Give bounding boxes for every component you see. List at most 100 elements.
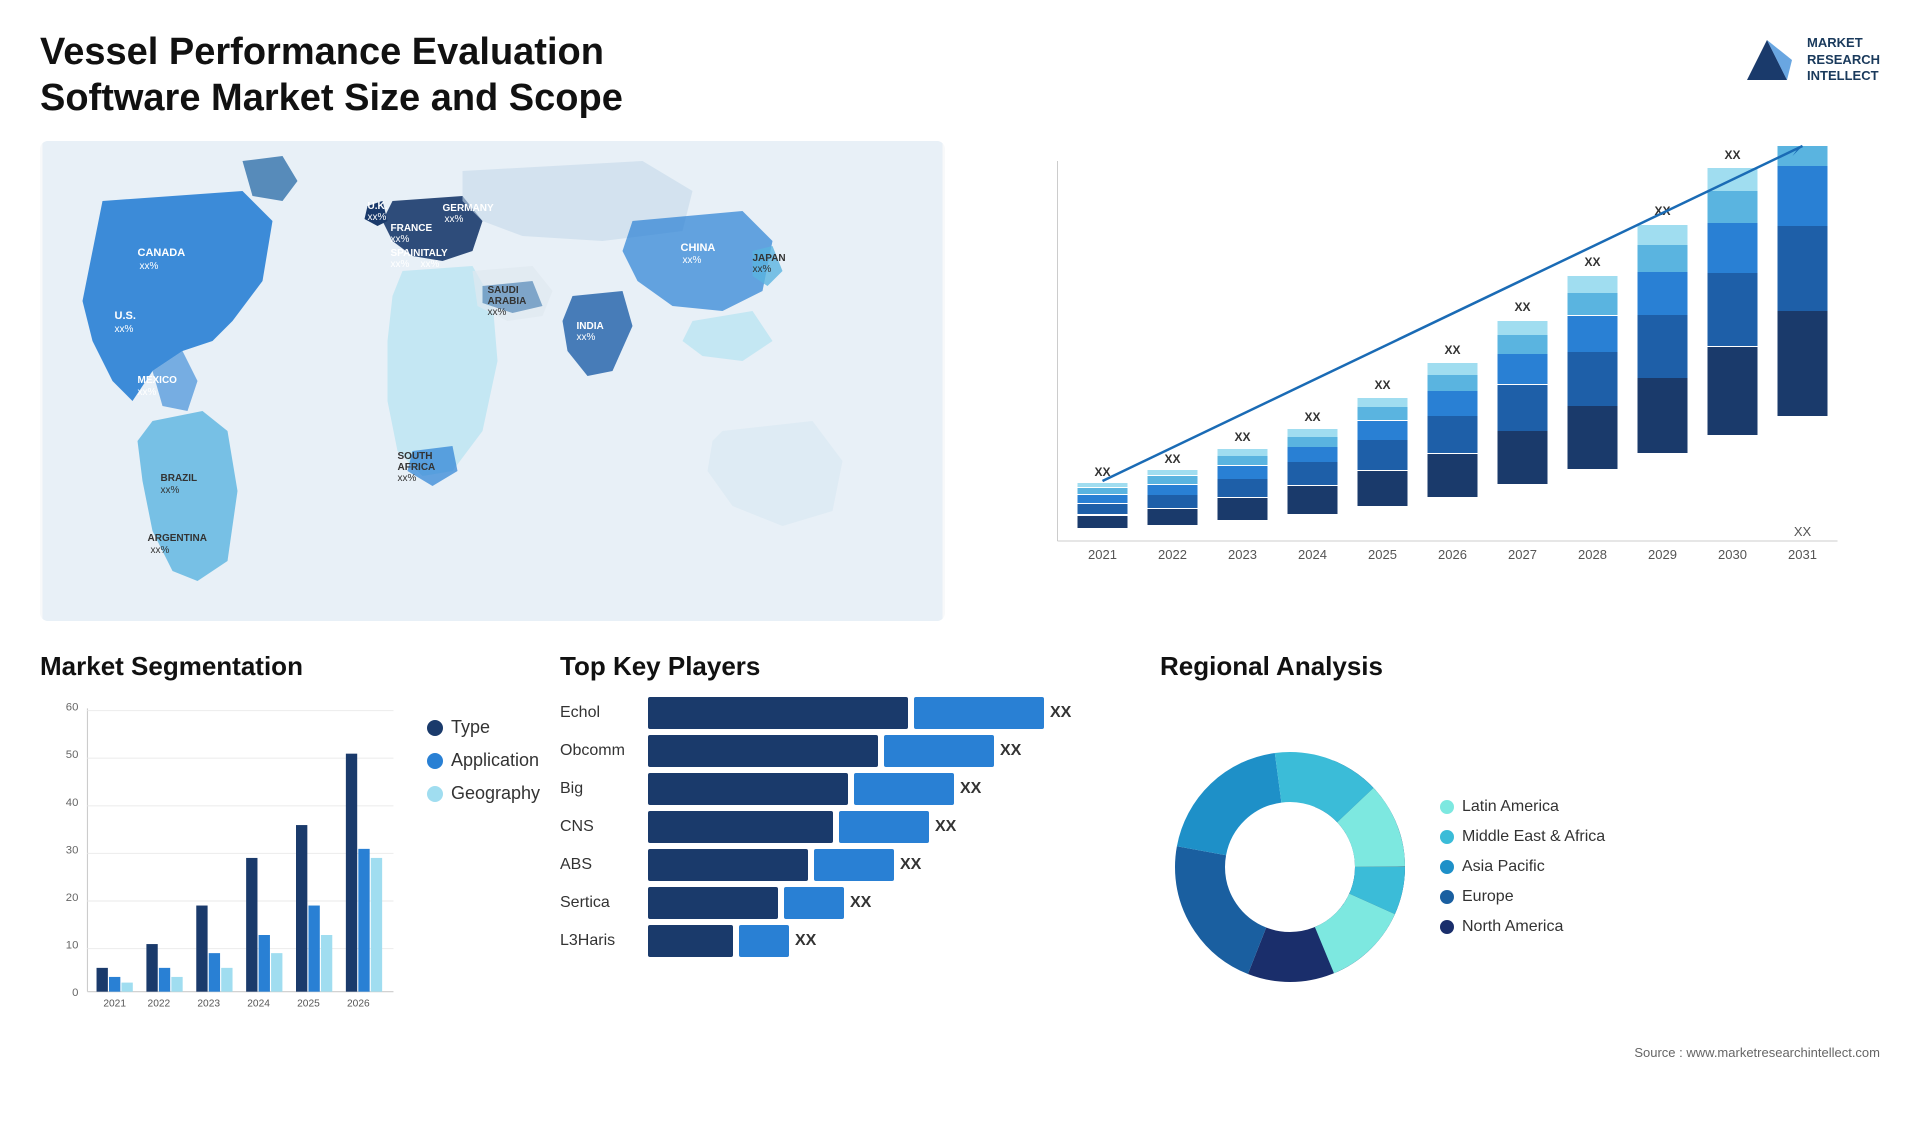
- player-row: Obcomm XX: [560, 735, 1140, 767]
- segmentation-title: Market Segmentation: [40, 651, 540, 682]
- svg-text:20: 20: [66, 892, 79, 904]
- page-title: Vessel Performance Evaluation Software M…: [40, 30, 740, 121]
- svg-text:xx%: xx%: [683, 255, 702, 266]
- svg-text:xx%: xx%: [488, 307, 507, 318]
- legend-north-america: North America: [1440, 918, 1605, 936]
- svg-text:xx%: xx%: [391, 234, 410, 245]
- donut-svg: [1160, 737, 1420, 997]
- regional-title: Regional Analysis: [1160, 651, 1880, 682]
- svg-text:JAPAN: JAPAN: [753, 253, 786, 264]
- svg-text:2021: 2021: [103, 999, 126, 1010]
- svg-text:XX: XX: [1164, 452, 1180, 466]
- svg-text:2031: 2031: [1788, 547, 1817, 562]
- svg-text:30: 30: [66, 845, 79, 857]
- svg-text:FRANCE: FRANCE: [391, 223, 433, 234]
- svg-text:ARGENTINA: ARGENTINA: [148, 533, 207, 544]
- svg-text:xx%: xx%: [161, 485, 180, 496]
- legend-application: Application: [427, 750, 540, 771]
- svg-text:U.S.: U.S.: [115, 310, 136, 322]
- svg-text:xx%: xx%: [138, 387, 157, 398]
- logo-area: MARKET RESEARCH INTELLECT: [1737, 30, 1880, 90]
- map-area: CANADA xx% U.S. xx% MEXICO xx% BRAZIL xx…: [40, 141, 945, 621]
- svg-text:GERMANY: GERMANY: [443, 203, 494, 214]
- svg-text:MEXICO: MEXICO: [138, 375, 178, 386]
- svg-text:2026: 2026: [1438, 547, 1467, 562]
- player-row: ABS XX: [560, 849, 1140, 881]
- regional-area: Regional Analysis: [1160, 651, 1880, 1071]
- svg-text:60: 60: [66, 702, 79, 714]
- player-row: Big XX: [560, 773, 1140, 805]
- seg-legend: Type Application Geography: [427, 697, 540, 804]
- svg-text:U.K.: U.K.: [368, 201, 388, 212]
- donut-legend: Latin America Middle East & Africa Asia …: [1440, 798, 1605, 936]
- svg-text:2023: 2023: [1228, 547, 1257, 562]
- bottom-section: Market Segmentation 0 10 20 30 40 50: [40, 651, 1880, 1071]
- legend-geography: Geography: [427, 783, 540, 804]
- legend-type: Type: [427, 717, 540, 738]
- svg-text:2021: 2021: [1088, 547, 1117, 562]
- player-row: Echol XX: [560, 697, 1140, 729]
- svg-text:2025: 2025: [1368, 547, 1397, 562]
- donut-svg-wrap: [1160, 737, 1420, 997]
- svg-text:xx%: xx%: [753, 264, 772, 275]
- svg-text:XX: XX: [1794, 524, 1812, 539]
- svg-text:40: 40: [66, 797, 79, 809]
- segmentation-svg: 0 10 20 30 40 50 60: [40, 697, 407, 1037]
- svg-text:AFRICA: AFRICA: [398, 462, 436, 473]
- svg-text:XX: XX: [1304, 410, 1320, 424]
- svg-text:xx%: xx%: [391, 259, 410, 270]
- logo-text: MARKET RESEARCH INTELLECT: [1807, 35, 1880, 86]
- legend-europe: Europe: [1440, 888, 1605, 906]
- svg-text:2023: 2023: [197, 999, 220, 1010]
- logo-icon: [1737, 30, 1797, 90]
- svg-text:xx%: xx%: [151, 545, 170, 556]
- svg-text:ITALY: ITALY: [421, 248, 449, 259]
- svg-text:XX: XX: [1094, 465, 1110, 479]
- key-players-title: Top Key Players: [560, 651, 1140, 682]
- source-text: Source : www.marketresearchintellect.com: [1160, 1045, 1880, 1060]
- seg-chart-container: 0 10 20 30 40 50 60: [40, 697, 540, 1037]
- svg-text:XX: XX: [1444, 343, 1460, 357]
- bar-chart-area: XX XX XX XX: [975, 141, 1880, 621]
- donut-container: Latin America Middle East & Africa Asia …: [1160, 697, 1880, 1037]
- svg-text:2022: 2022: [148, 999, 171, 1010]
- legend-dot-application: [427, 753, 443, 769]
- svg-text:xx%: xx%: [398, 473, 417, 484]
- svg-text:xx%: xx%: [368, 212, 387, 223]
- svg-text:SOUTH: SOUTH: [398, 451, 433, 462]
- svg-text:xx%: xx%: [115, 324, 134, 335]
- svg-text:INDIA: INDIA: [577, 321, 604, 332]
- svg-text:XX: XX: [1724, 148, 1740, 162]
- svg-text:2024: 2024: [247, 999, 270, 1010]
- header: Vessel Performance Evaluation Software M…: [40, 30, 1880, 121]
- legend-asia-pacific: Asia Pacific: [1440, 858, 1605, 876]
- page: Vessel Performance Evaluation Software M…: [0, 0, 1920, 1146]
- svg-text:2030: 2030: [1718, 547, 1747, 562]
- svg-text:2022: 2022: [1158, 547, 1187, 562]
- svg-text:2027: 2027: [1508, 547, 1537, 562]
- svg-text:10: 10: [66, 940, 79, 952]
- legend-middle-east-africa: Middle East & Africa: [1440, 828, 1605, 846]
- key-players-area: Top Key Players Echol XX Obcomm: [560, 651, 1140, 1071]
- svg-text:0: 0: [72, 987, 78, 999]
- svg-text:2029: 2029: [1648, 547, 1677, 562]
- player-row: CNS XX: [560, 811, 1140, 843]
- top-section: CANADA xx% U.S. xx% MEXICO xx% BRAZIL xx…: [40, 141, 1880, 621]
- svg-text:50: 50: [66, 749, 79, 761]
- svg-text:BRAZIL: BRAZIL: [161, 473, 198, 484]
- svg-text:XX: XX: [1374, 378, 1390, 392]
- svg-text:XX: XX: [1514, 300, 1530, 314]
- svg-text:CANADA: CANADA: [138, 247, 186, 259]
- world-map-svg: CANADA xx% U.S. xx% MEXICO xx% BRAZIL xx…: [40, 141, 945, 621]
- svg-text:CHINA: CHINA: [681, 242, 716, 254]
- svg-text:SAUDI: SAUDI: [488, 285, 519, 296]
- legend-dot-type: [427, 720, 443, 736]
- svg-text:xx%: xx%: [421, 259, 440, 270]
- legend-dot-geography: [427, 786, 443, 802]
- svg-text:2024: 2024: [1298, 547, 1327, 562]
- svg-text:ARABIA: ARABIA: [488, 296, 527, 307]
- svg-text:XX: XX: [1584, 255, 1600, 269]
- svg-text:SPAIN: SPAIN: [391, 248, 421, 259]
- legend-latin-america: Latin America: [1440, 798, 1605, 816]
- bar-chart-svg: XX XX XX XX: [975, 141, 1880, 621]
